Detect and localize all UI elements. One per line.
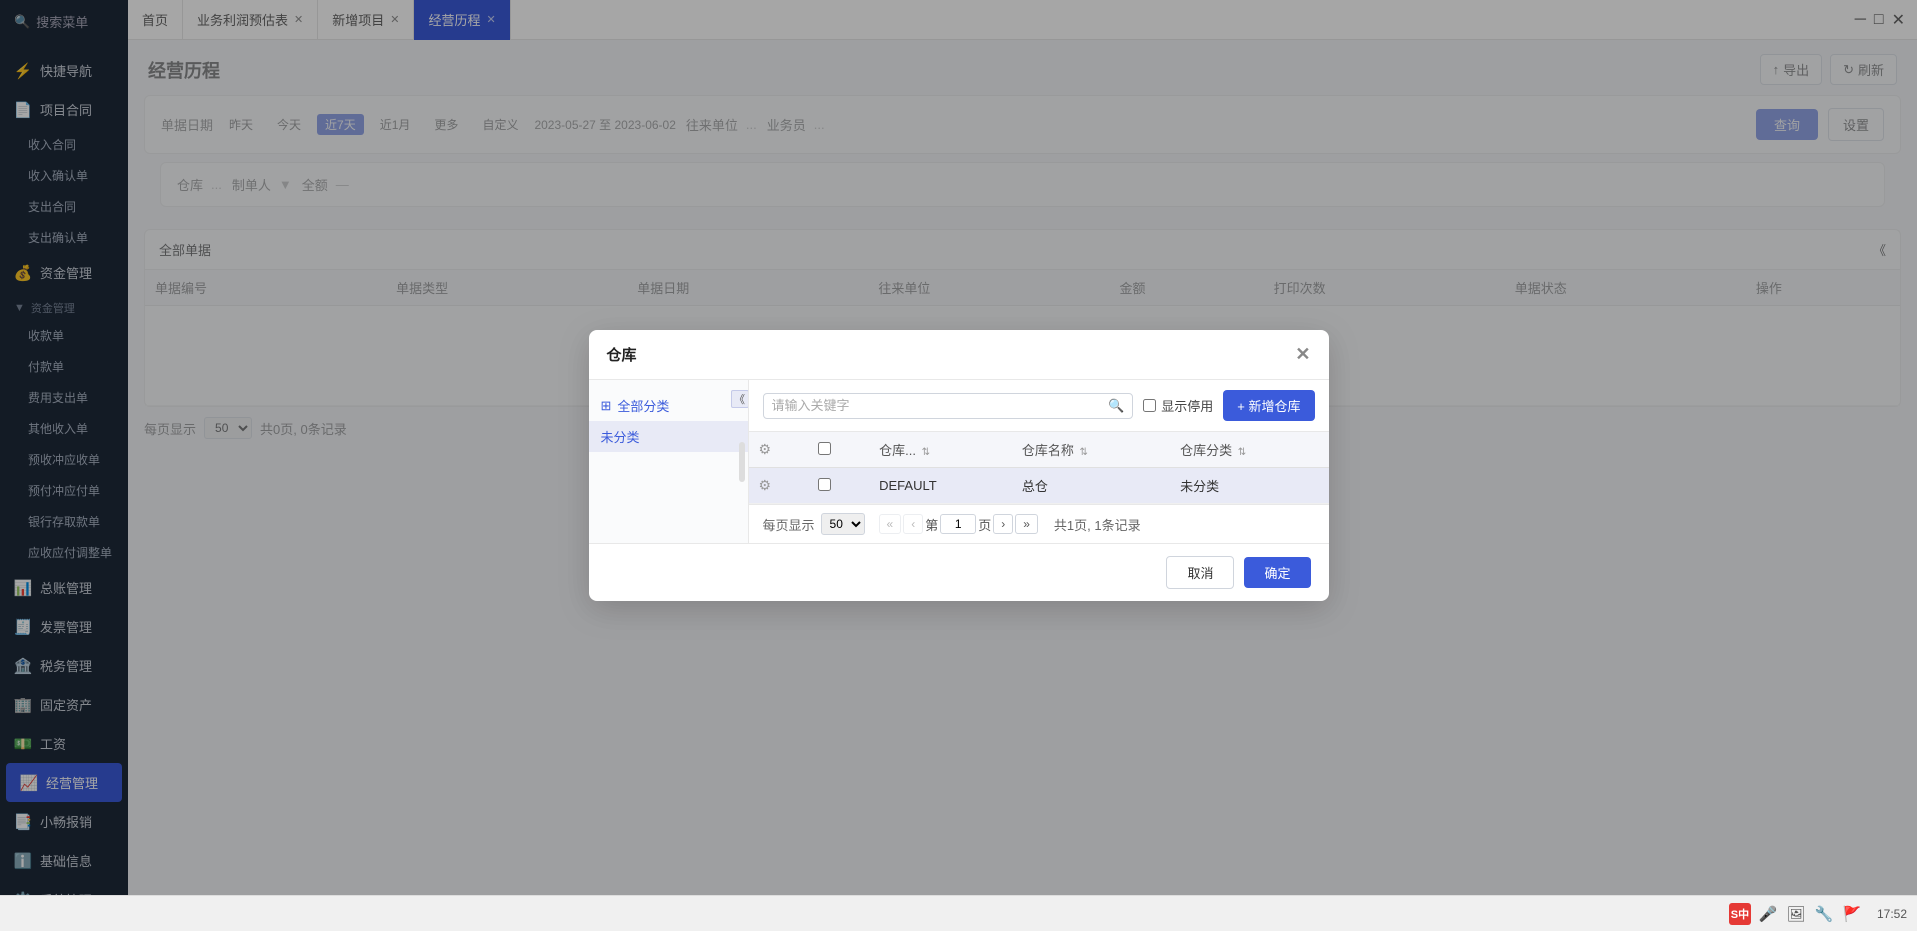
- dialog-title: 仓库: [607, 344, 637, 365]
- col-warehouse-category: 仓库分类 ⇅: [1170, 432, 1328, 468]
- next-page-btn[interactable]: ›: [993, 514, 1013, 534]
- page-input[interactable]: [940, 514, 976, 534]
- dialog-close-button[interactable]: ✕: [1295, 344, 1310, 365]
- tree-panel: ⊞ 全部分类 《 未分类: [589, 380, 749, 543]
- warehouse-dialog: 仓库 ✕ ⊞ 全部分类 《 未分类: [589, 330, 1329, 601]
- col-gear: ⚙: [749, 432, 809, 468]
- row-checkbox: [808, 468, 869, 504]
- dialog-table-scroll[interactable]: ⚙ 仓库... ⇅ 仓库名称: [749, 432, 1329, 504]
- dialog-footer: 取消 确定: [589, 543, 1329, 601]
- row-select-checkbox[interactable]: [818, 478, 831, 491]
- systray-icon-s[interactable]: S中: [1729, 903, 1751, 925]
- gear-icon[interactable]: ⚙: [759, 441, 772, 457]
- row-gear-icon[interactable]: ⚙: [759, 477, 772, 493]
- tree-item-uncategorized[interactable]: 未分类: [589, 421, 748, 452]
- select-all-checkbox[interactable]: [818, 442, 831, 455]
- dialog-table: ⚙ 仓库... ⇅ 仓库名称: [749, 432, 1329, 504]
- add-warehouse-button[interactable]: + 新增仓库: [1223, 390, 1314, 421]
- systray-icon-flag[interactable]: 🚩: [1841, 903, 1863, 925]
- first-page-btn[interactable]: «: [879, 514, 902, 534]
- table-panel: 🔍 显示停用 + 新增仓库: [749, 380, 1329, 543]
- tree-grid-icon: ⊞: [601, 398, 612, 414]
- cancel-button[interactable]: 取消: [1166, 556, 1234, 589]
- show-disabled-checkbox[interactable]: [1143, 399, 1156, 412]
- search-icon: 🔍: [1108, 398, 1124, 414]
- dialog-pagination: 每页显示 50 « ‹ 第 页 › » 共1页, 1条记录: [749, 504, 1329, 543]
- search-input[interactable]: [772, 398, 1109, 413]
- row-gear: ⚙: [749, 468, 809, 504]
- row-code: DEFAULT: [869, 468, 1012, 504]
- row-category: 未分类: [1170, 468, 1328, 504]
- dialog-body: ⊞ 全部分类 《 未分类 🔍: [589, 380, 1329, 543]
- tree-scrollbar[interactable]: [738, 380, 746, 543]
- prev-page-btn[interactable]: ‹: [903, 514, 923, 534]
- show-disabled-label[interactable]: 显示停用: [1143, 396, 1213, 415]
- dialog-table-toolbar: 🔍 显示停用 + 新增仓库: [749, 380, 1329, 432]
- col-warehouse-code: 仓库... ⇅: [869, 432, 1012, 468]
- confirm-button[interactable]: 确定: [1244, 557, 1310, 588]
- modal-overlay: 仓库 ✕ ⊞ 全部分类 《 未分类: [0, 0, 1917, 931]
- systray-icon-image[interactable]: 🖼: [1785, 903, 1807, 925]
- systray-icon-mic[interactable]: 🎤: [1757, 903, 1779, 925]
- col-checkbox: [808, 432, 869, 468]
- systray-icon-tool[interactable]: 🔧: [1813, 903, 1835, 925]
- last-page-btn[interactable]: »: [1015, 514, 1038, 534]
- dialog-header: 仓库 ✕: [589, 330, 1329, 380]
- page-suffix: 页: [978, 515, 991, 534]
- page-prefix: 第: [925, 515, 938, 534]
- taskbar: S中 🎤 🖼 🔧 🚩 17:52: [0, 895, 1917, 931]
- col-warehouse-name: 仓库名称 ⇅: [1012, 432, 1170, 468]
- per-page-select[interactable]: 50: [821, 513, 865, 535]
- table-row[interactable]: ⚙ DEFAULT 总仓: [749, 468, 1329, 504]
- pagination-nav: « ‹ 第 页 › »: [879, 514, 1038, 534]
- systray: S中 🎤 🖼 🔧 🚩: [1729, 903, 1863, 925]
- search-wrap: 🔍: [763, 393, 1134, 419]
- tree-all-label[interactable]: ⊞ 全部分类 《: [589, 390, 748, 421]
- row-name: 总仓: [1012, 468, 1170, 504]
- taskbar-time: 17:52: [1877, 907, 1907, 921]
- page-info: 共1页, 1条记录: [1054, 515, 1141, 534]
